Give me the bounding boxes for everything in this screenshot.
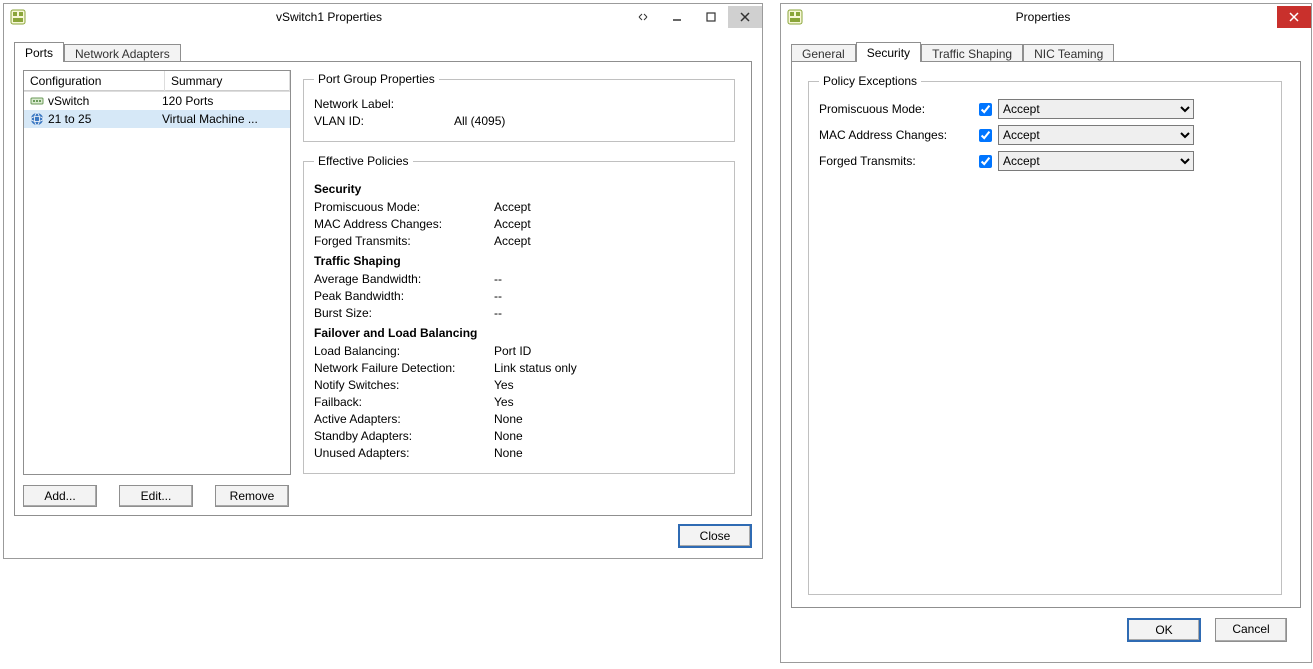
- avg-bw-key: Average Bandwidth:: [314, 272, 494, 286]
- close-button[interactable]: [728, 6, 762, 28]
- ok-button[interactable]: OK: [1127, 618, 1201, 642]
- promiscuous-label: Promiscuous Mode:: [819, 102, 979, 116]
- shaping-header: Traffic Shaping: [314, 254, 724, 268]
- vlan-id-value: All (4095): [454, 114, 724, 128]
- globe-icon: [30, 112, 44, 126]
- resize-button[interactable]: [626, 6, 660, 28]
- peak-bw-key: Peak Bandwidth:: [314, 289, 494, 303]
- mac-changes-select[interactable]: Accept: [998, 125, 1194, 145]
- unused-key: Unused Adapters:: [314, 446, 494, 460]
- cell-config: vSwitch: [48, 94, 89, 108]
- window-title: Properties: [809, 10, 1277, 24]
- col-summary[interactable]: Summary: [165, 71, 290, 91]
- forged-checkbox[interactable]: [979, 155, 992, 168]
- lb-value: Port ID: [494, 344, 724, 358]
- window-controls: [626, 6, 762, 28]
- peak-bw-value: --: [494, 289, 724, 303]
- active-value: None: [494, 412, 724, 426]
- port-group-properties: Port Group Properties Network Label: VLA…: [303, 72, 735, 142]
- tabpanel-security: Policy Exceptions Promiscuous Mode: Acce…: [791, 61, 1301, 608]
- legend: Effective Policies: [314, 154, 413, 168]
- promiscuous-key: Promiscuous Mode:: [314, 200, 494, 214]
- standby-key: Standby Adapters:: [314, 429, 494, 443]
- window-controls: [1277, 6, 1311, 28]
- cell-summary: Virtual Machine ...: [162, 112, 258, 126]
- titlebar[interactable]: Properties: [781, 4, 1311, 31]
- edit-button[interactable]: Edit...: [119, 485, 193, 507]
- vlan-id-key: VLAN ID:: [314, 114, 454, 128]
- close-dialog-button[interactable]: Close: [678, 524, 752, 548]
- detect-key: Network Failure Detection:: [314, 361, 494, 375]
- burst-key: Burst Size:: [314, 306, 494, 320]
- minimize-button[interactable]: [660, 6, 694, 28]
- burst-value: --: [494, 306, 724, 320]
- failback-value: Yes: [494, 395, 724, 409]
- list-row-portgroup[interactable]: 21 to 25 Virtual Machine ...: [24, 110, 290, 128]
- network-label-key: Network Label:: [314, 97, 454, 111]
- lb-key: Load Balancing:: [314, 344, 494, 358]
- list-row-vswitch[interactable]: vSwitch 120 Ports: [24, 92, 290, 110]
- policy-exceptions: Policy Exceptions Promiscuous Mode: Acce…: [808, 74, 1282, 595]
- tabpanel-ports: Configuration Summary vSwitch 120 Ports: [14, 61, 752, 516]
- notify-key: Notify Switches:: [314, 378, 494, 392]
- standby-value: None: [494, 429, 724, 443]
- details-scroll[interactable]: Port Group Properties Network Label: VLA…: [301, 70, 743, 507]
- col-configuration[interactable]: Configuration: [24, 71, 165, 91]
- switch-icon: [30, 94, 44, 108]
- cell-summary: 120 Ports: [162, 94, 213, 108]
- mac-changes-label: MAC Address Changes:: [819, 128, 979, 142]
- promiscuous-value: Accept: [494, 200, 724, 214]
- cancel-button[interactable]: Cancel: [1215, 618, 1287, 642]
- security-header: Security: [314, 182, 724, 196]
- close-button[interactable]: [1277, 6, 1311, 28]
- window-title: vSwitch1 Properties: [32, 10, 626, 24]
- portgroup-properties-window: Properties General Security Traffic Shap…: [780, 3, 1312, 663]
- tab-security[interactable]: Security: [856, 42, 921, 62]
- vsphere-icon: [787, 9, 803, 25]
- tab-ports[interactable]: Ports: [14, 42, 64, 62]
- promiscuous-checkbox[interactable]: [979, 103, 992, 116]
- forged-select[interactable]: Accept: [998, 151, 1194, 171]
- forged-label: Forged Transmits:: [819, 154, 979, 168]
- remove-button[interactable]: Remove: [215, 485, 289, 507]
- legend: Policy Exceptions: [819, 74, 921, 88]
- unused-value: None: [494, 446, 724, 460]
- mac-changes-value: Accept: [494, 217, 724, 231]
- vswitch-properties-window: vSwitch1 Properties Ports Network Adapte…: [3, 3, 763, 559]
- mac-changes-key: MAC Address Changes:: [314, 217, 494, 231]
- tabstrip: General Security Traffic Shaping NIC Tea…: [791, 39, 1301, 61]
- active-key: Active Adapters:: [314, 412, 494, 426]
- legend: Port Group Properties: [314, 72, 439, 86]
- network-label-value: [454, 97, 724, 111]
- vsphere-icon: [10, 9, 26, 25]
- titlebar[interactable]: vSwitch1 Properties: [4, 4, 762, 31]
- tabstrip: Ports Network Adapters: [14, 39, 752, 61]
- maximize-button[interactable]: [694, 6, 728, 28]
- forged-value: Accept: [494, 234, 724, 248]
- effective-policies: Effective Policies Security Promiscuous …: [303, 154, 735, 474]
- avg-bw-value: --: [494, 272, 724, 286]
- config-list[interactable]: Configuration Summary vSwitch 120 Ports: [23, 70, 291, 475]
- detect-value: Link status only: [494, 361, 724, 375]
- promiscuous-select[interactable]: Accept: [998, 99, 1194, 119]
- cell-config: 21 to 25: [48, 112, 91, 126]
- notify-value: Yes: [494, 378, 724, 392]
- failback-key: Failback:: [314, 395, 494, 409]
- mac-changes-checkbox[interactable]: [979, 129, 992, 142]
- failover-header: Failover and Load Balancing: [314, 326, 724, 340]
- add-button[interactable]: Add...: [23, 485, 97, 507]
- forged-key: Forged Transmits:: [314, 234, 494, 248]
